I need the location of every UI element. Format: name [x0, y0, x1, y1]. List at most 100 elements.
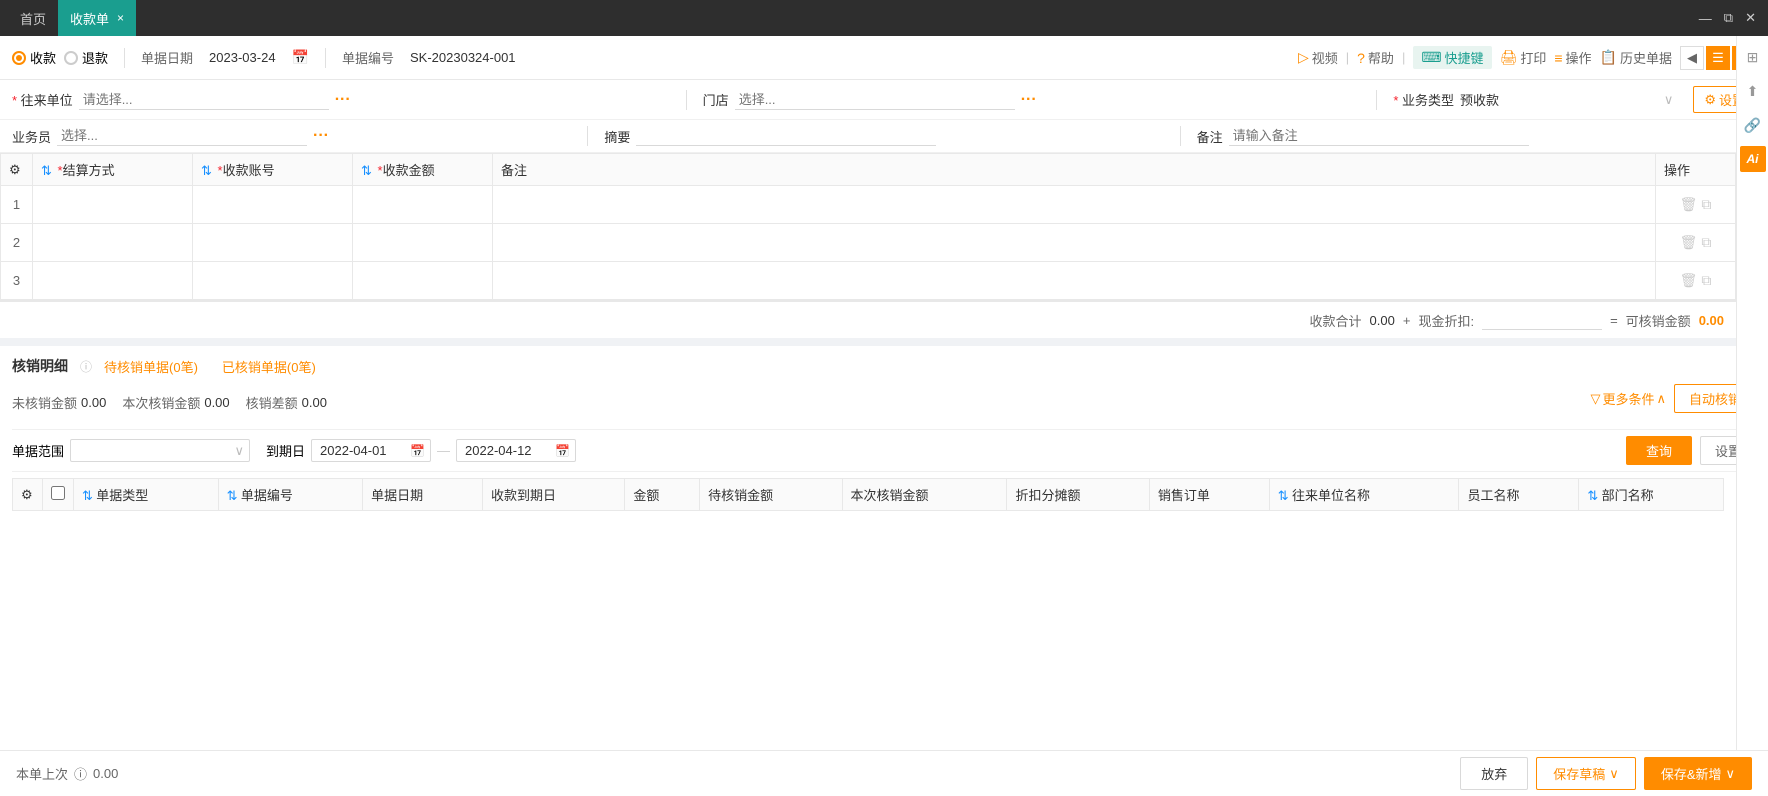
- remark-input[interactable]: [1229, 126, 1529, 146]
- action-video[interactable]: ▷ 视频: [1298, 48, 1338, 67]
- sidebar-import-icon[interactable]: ⬆: [1740, 78, 1766, 104]
- sidebar-link-icon[interactable]: 🔗: [1740, 112, 1766, 138]
- col-sales-order: 销售订单: [1149, 479, 1269, 511]
- close-btn[interactable]: ✕: [1741, 10, 1760, 26]
- minimize-btn[interactable]: —: [1695, 11, 1716, 26]
- date-value[interactable]: 2023-03-24: [209, 50, 276, 65]
- bottom-right: 放弃 保存草稿 ∨ 保存&新增 ∨: [1460, 757, 1752, 790]
- this-bill-info-icon[interactable]: ⓘ: [74, 764, 87, 783]
- row-1-delete-icon[interactable]: 🗑: [1680, 196, 1698, 213]
- action-history[interactable]: 📋 历史单据: [1600, 48, 1672, 67]
- range-select[interactable]: [70, 439, 250, 462]
- row-3-settlement-input[interactable]: [33, 262, 192, 299]
- row-3-remark[interactable]: [493, 262, 1656, 300]
- nav-home[interactable]: 首页: [8, 0, 58, 36]
- action-operation[interactable]: ≡ 操作: [1554, 48, 1591, 67]
- action-help[interactable]: ? 帮助: [1357, 48, 1394, 67]
- row-2-settlement[interactable]: [33, 224, 193, 262]
- row-1-account-input[interactable]: [193, 186, 352, 223]
- save-new-button[interactable]: 保存&新增 ∨: [1644, 757, 1752, 790]
- save-draft-button[interactable]: 保存草稿 ∨: [1536, 757, 1636, 790]
- partner-more-icon[interactable]: ···: [335, 91, 351, 109]
- sort-dept-icon[interactable]: ⇅: [1587, 488, 1598, 503]
- date-start-input[interactable]: [311, 439, 431, 462]
- sort-icon-settlement[interactable]: ⇅: [41, 163, 52, 178]
- date-end-input[interactable]: [456, 439, 576, 462]
- sidebar-ai-icon[interactable]: Ai: [1740, 146, 1766, 172]
- sort-icon-account[interactable]: ⇅: [201, 163, 212, 178]
- row-3-copy-icon[interactable]: ⧉: [1701, 272, 1711, 289]
- row-3-settlement[interactable]: [33, 262, 193, 300]
- verify-info-icon[interactable]: ⓘ: [80, 358, 92, 375]
- operation-label: 操作: [1566, 48, 1592, 67]
- row-3-amount-input[interactable]: [353, 262, 492, 299]
- action-print[interactable]: 🖨 打印: [1500, 48, 1547, 67]
- nav-tab-receipt[interactable]: 收款单 ×: [58, 0, 136, 36]
- row-2-remark-input[interactable]: [493, 224, 1655, 261]
- row-1-account[interactable]: [193, 186, 353, 224]
- restore-btn[interactable]: ⧉: [1720, 10, 1737, 26]
- more-conditions-link[interactable]: ▽ 更多条件 ∧: [1590, 389, 1666, 408]
- row-1-amount-input[interactable]: [353, 186, 492, 223]
- staff-more-icon[interactable]: ···: [313, 127, 329, 145]
- col-bill-type: ⇅ 单据类型: [74, 479, 219, 511]
- row-2-remark[interactable]: [493, 224, 1656, 262]
- nav-prev-btn[interactable]: ◀: [1680, 46, 1704, 70]
- action-shortcut[interactable]: ⌨ 快捷键: [1413, 46, 1491, 69]
- radio-receive[interactable]: 收款: [12, 48, 56, 67]
- biz-type-arrow-icon[interactable]: ∨: [1664, 92, 1674, 108]
- staff-input[interactable]: [57, 126, 307, 146]
- row-1-remark[interactable]: [493, 186, 1656, 224]
- row-1-copy-icon[interactable]: ⧉: [1701, 196, 1711, 213]
- row-1-settlement-input[interactable]: [33, 186, 192, 223]
- radio-refund[interactable]: 退款: [64, 48, 108, 67]
- verify-title: 核销明细: [12, 356, 68, 376]
- sort-icon-amount[interactable]: ⇅: [361, 163, 372, 178]
- view-list-btn[interactable]: ☰: [1706, 46, 1730, 70]
- row-3-account[interactable]: [193, 262, 353, 300]
- query-button[interactable]: 查询: [1626, 436, 1692, 465]
- sort-partner-icon[interactable]: ⇅: [1278, 488, 1289, 503]
- completed-tab[interactable]: 已核销单据(0笔): [222, 357, 316, 376]
- row-2-account[interactable]: [193, 224, 353, 262]
- radio-refund-dot: [64, 51, 78, 65]
- row-2-account-input[interactable]: [193, 224, 352, 261]
- pending-tab[interactable]: 待核销单据(0笔): [104, 357, 198, 376]
- row-3-amount[interactable]: [353, 262, 493, 300]
- date-picker-icon[interactable]: 📅: [292, 49, 309, 66]
- shop-input[interactable]: [735, 90, 1015, 110]
- row-2-copy-icon[interactable]: ⧉: [1701, 234, 1711, 251]
- col-amount-label: 收款金额: [383, 163, 435, 178]
- partner-field: 往来单位 ···: [12, 90, 670, 110]
- row-3-account-input[interactable]: [193, 262, 352, 299]
- form-row-1: 往来单位 ··· 门店 ··· 业务类型 预收款 ∨ ⚙ 设置: [0, 80, 1768, 120]
- memo-field: 摘要: [604, 126, 1163, 146]
- shop-more-icon[interactable]: ···: [1021, 91, 1037, 109]
- col-sales-order-label: 销售订单: [1158, 488, 1210, 503]
- memo-input[interactable]: [636, 126, 936, 146]
- row-3-remark-input[interactable]: [493, 262, 1655, 299]
- discount-input[interactable]: [1482, 310, 1602, 330]
- row-2-settlement-input[interactable]: [33, 224, 192, 261]
- col-bill-type-label: 单据类型: [96, 488, 148, 503]
- col-settings[interactable]: ⚙: [1, 154, 33, 186]
- table-footer: 收款合计 0.00 + 现金折扣: = 可核销金额 0.00: [0, 301, 1768, 338]
- filter-row: 单据范围 ∨ 到期日 📅 — 📅 查询 设: [12, 429, 1756, 472]
- this-bill-label: 本单上次: [16, 764, 68, 783]
- verify-header: 核销明细 ⓘ 待核销单据(0笔) 已核销单据(0笔): [12, 356, 1756, 376]
- discard-button[interactable]: 放弃: [1460, 757, 1528, 790]
- row-2-amount-input[interactable]: [353, 224, 492, 261]
- select-all-checkbox[interactable]: [51, 486, 65, 500]
- gear-icon-detail[interactable]: ⚙: [21, 487, 33, 502]
- sort-bill-no-icon[interactable]: ⇅: [227, 488, 238, 503]
- sidebar-table-icon[interactable]: ⊞: [1740, 44, 1766, 70]
- row-2-delete-icon[interactable]: 🗑: [1680, 234, 1698, 251]
- row-1-amount[interactable]: [353, 186, 493, 224]
- row-1-remark-input[interactable]: [493, 186, 1655, 223]
- row-2-amount[interactable]: [353, 224, 493, 262]
- row-3-delete-icon[interactable]: 🗑: [1680, 272, 1698, 289]
- sort-bill-type-icon[interactable]: ⇅: [82, 488, 93, 503]
- tab-close-icon[interactable]: ×: [117, 11, 124, 25]
- row-1-settlement[interactable]: [33, 186, 193, 224]
- partner-input[interactable]: [79, 90, 329, 110]
